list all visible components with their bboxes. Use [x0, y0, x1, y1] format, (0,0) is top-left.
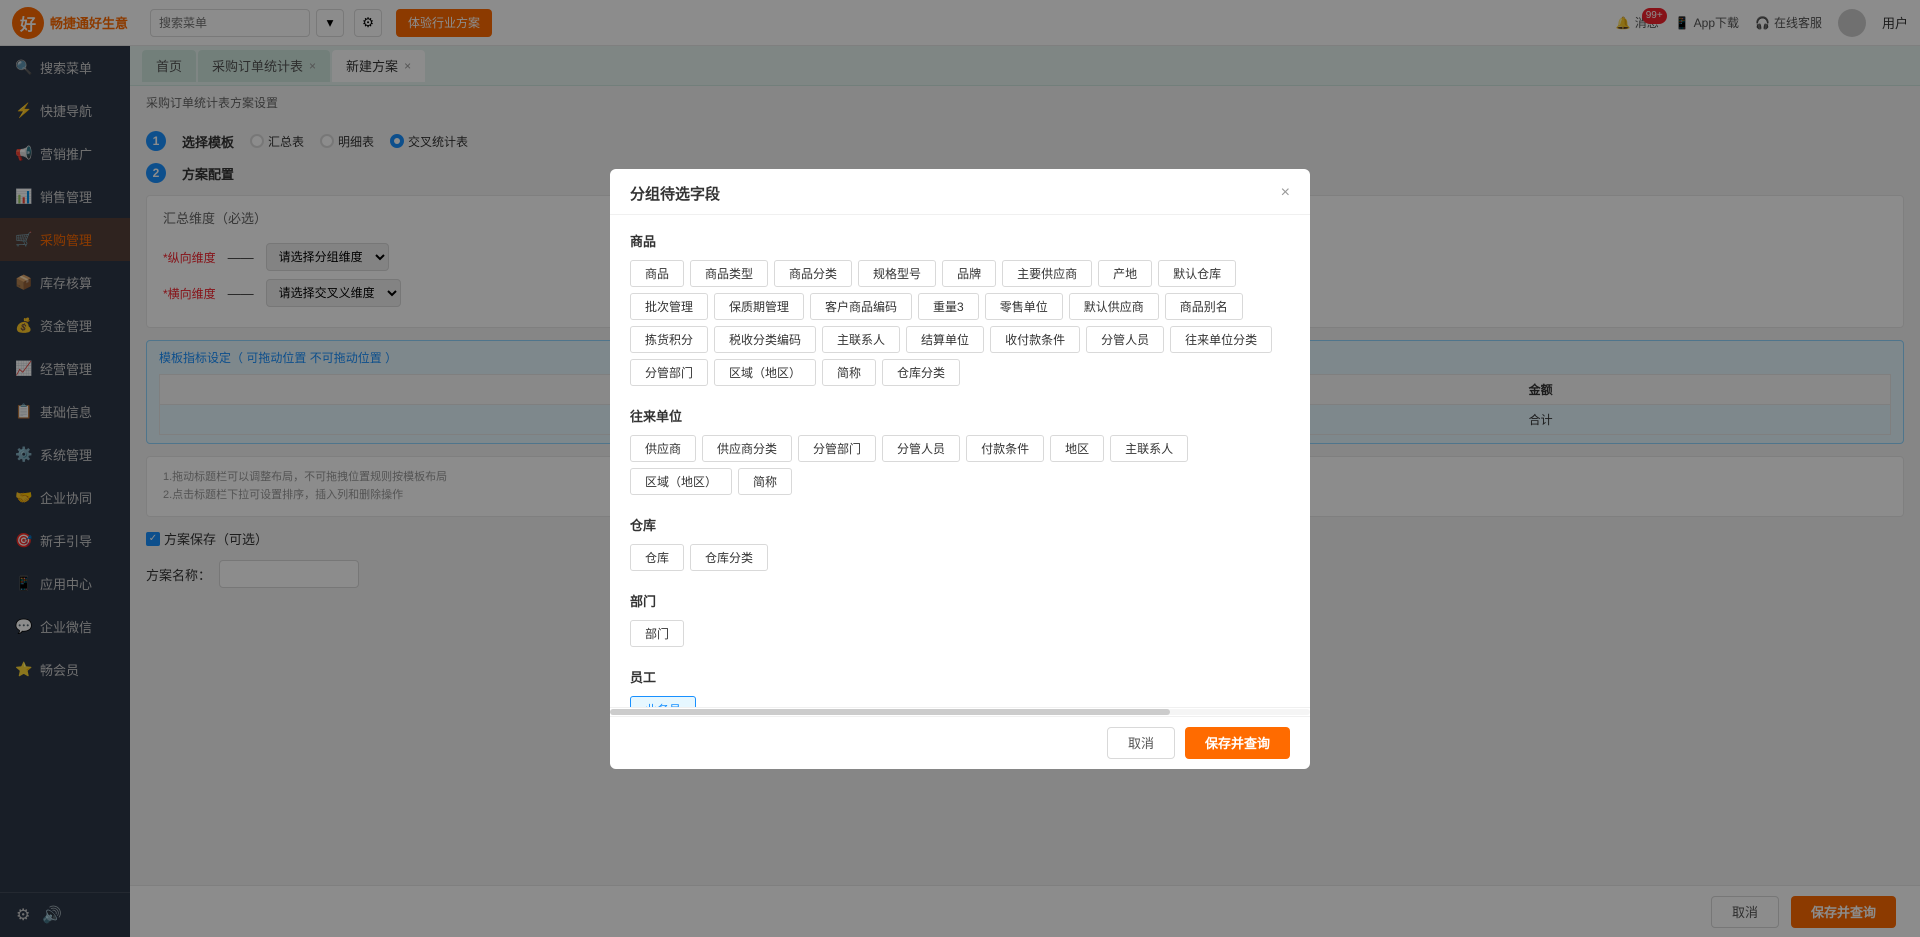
section-partners-title: 往来单位	[630, 406, 1290, 425]
field-tag-partner-supervisor[interactable]: 分管人员	[882, 435, 960, 462]
section-goods: 商品 商品 商品类型 商品分类 规格型号 品牌 主要供应商 产地 默认仓库 批次…	[630, 231, 1290, 386]
field-tag-customer-code[interactable]: 客户商品编码	[810, 293, 912, 320]
field-tag-partner-contact[interactable]: 主联系人	[1110, 435, 1188, 462]
section-warehouse: 仓库 仓库 仓库分类	[630, 515, 1290, 571]
field-tag-goods-alias[interactable]: 商品别名	[1165, 293, 1243, 320]
field-tag-payment-cond[interactable]: 付款条件	[966, 435, 1044, 462]
modal-close-button[interactable]: ×	[1281, 184, 1290, 202]
field-tag-default-supplier[interactable]: 默认供应商	[1069, 293, 1159, 320]
field-tag-brand[interactable]: 品牌	[942, 260, 996, 287]
field-tag-short-name[interactable]: 简称	[822, 359, 876, 386]
field-tag-warehouse[interactable]: 仓库	[630, 544, 684, 571]
field-tag-warehouse-category[interactable]: 仓库分类	[882, 359, 960, 386]
field-tag-sales-rep[interactable]: 业务员	[630, 696, 696, 708]
field-tag-wh-category[interactable]: 仓库分类	[690, 544, 768, 571]
section-employee-title: 员工	[630, 667, 1290, 686]
modal-dialog: 分组待选字段 × 商品 商品 商品类型 商品分类 规格型号 品牌 主要供应商 产…	[610, 169, 1310, 769]
field-tag-partner-short[interactable]: 简称	[738, 468, 792, 495]
field-tag-region[interactable]: 区域（地区）	[714, 359, 816, 386]
section-partners-tags: 供应商 供应商分类 分管部门 分管人员 付款条件 地区 主联系人 区域（地区） …	[630, 435, 1290, 495]
modal-title: 分组待选字段	[630, 183, 720, 204]
field-tag-department[interactable]: 部门	[630, 620, 684, 647]
field-tag-tax-code[interactable]: 税收分类编码	[714, 326, 816, 353]
field-tag-spec-model[interactable]: 规格型号	[858, 260, 936, 287]
modal-confirm-button[interactable]: 保存并查询	[1185, 727, 1290, 759]
field-tag-supervisor[interactable]: 分管人员	[1086, 326, 1164, 353]
field-tag-batch-mgmt[interactable]: 批次管理	[630, 293, 708, 320]
field-tag-partner-category[interactable]: 往来单位分类	[1170, 326, 1272, 353]
section-dept-title: 部门	[630, 591, 1290, 610]
field-tag-partner-dept[interactable]: 分管部门	[798, 435, 876, 462]
field-tag-goods-category[interactable]: 商品分类	[774, 260, 852, 287]
field-tag-main-contact[interactable]: 主联系人	[822, 326, 900, 353]
field-tag-retail-unit[interactable]: 零售单位	[985, 293, 1063, 320]
field-tag-payment-terms[interactable]: 收付款条件	[990, 326, 1080, 353]
modal-horizontal-scrollbar[interactable]	[610, 707, 1310, 715]
field-tag-pick-points[interactable]: 拣货积分	[630, 326, 708, 353]
section-dept-tags: 部门	[630, 620, 1290, 647]
modal-header: 分组待选字段 ×	[610, 169, 1310, 215]
modal-cancel-button[interactable]: 取消	[1107, 727, 1175, 759]
section-goods-title: 商品	[630, 231, 1290, 250]
section-warehouse-title: 仓库	[630, 515, 1290, 534]
field-tag-shelf-life[interactable]: 保质期管理	[714, 293, 804, 320]
field-tag-settlement-unit[interactable]: 结算单位	[906, 326, 984, 353]
field-tag-area[interactable]: 地区	[1050, 435, 1104, 462]
field-tag-supplier-category[interactable]: 供应商分类	[702, 435, 792, 462]
field-tag-default-warehouse[interactable]: 默认仓库	[1158, 260, 1236, 287]
field-tag-weight[interactable]: 重量3	[918, 293, 979, 320]
modal-body: 商品 商品 商品类型 商品分类 规格型号 品牌 主要供应商 产地 默认仓库 批次…	[610, 215, 1310, 708]
section-employee-tags: 业务员	[630, 696, 1290, 708]
field-tag-supplier[interactable]: 供应商	[630, 435, 696, 462]
section-employee: 员工 业务员	[630, 667, 1290, 708]
field-tag-origin[interactable]: 产地	[1098, 260, 1152, 287]
field-tag-main-supplier[interactable]: 主要供应商	[1002, 260, 1092, 287]
field-tag-dept[interactable]: 分管部门	[630, 359, 708, 386]
field-tag-partner-region[interactable]: 区域（地区）	[630, 468, 732, 495]
section-goods-tags: 商品 商品类型 商品分类 规格型号 品牌 主要供应商 产地 默认仓库 批次管理 …	[630, 260, 1290, 386]
section-partners: 往来单位 供应商 供应商分类 分管部门 分管人员 付款条件 地区 主联系人 区域…	[630, 406, 1290, 495]
section-department: 部门 部门	[630, 591, 1290, 647]
field-tag-goods[interactable]: 商品	[630, 260, 684, 287]
modal-overlay: 分组待选字段 × 商品 商品 商品类型 商品分类 规格型号 品牌 主要供应商 产…	[0, 0, 1920, 937]
field-tag-goods-type[interactable]: 商品类型	[690, 260, 768, 287]
section-warehouse-tags: 仓库 仓库分类	[630, 544, 1290, 571]
modal-footer: 取消 保存并查询	[610, 716, 1310, 769]
